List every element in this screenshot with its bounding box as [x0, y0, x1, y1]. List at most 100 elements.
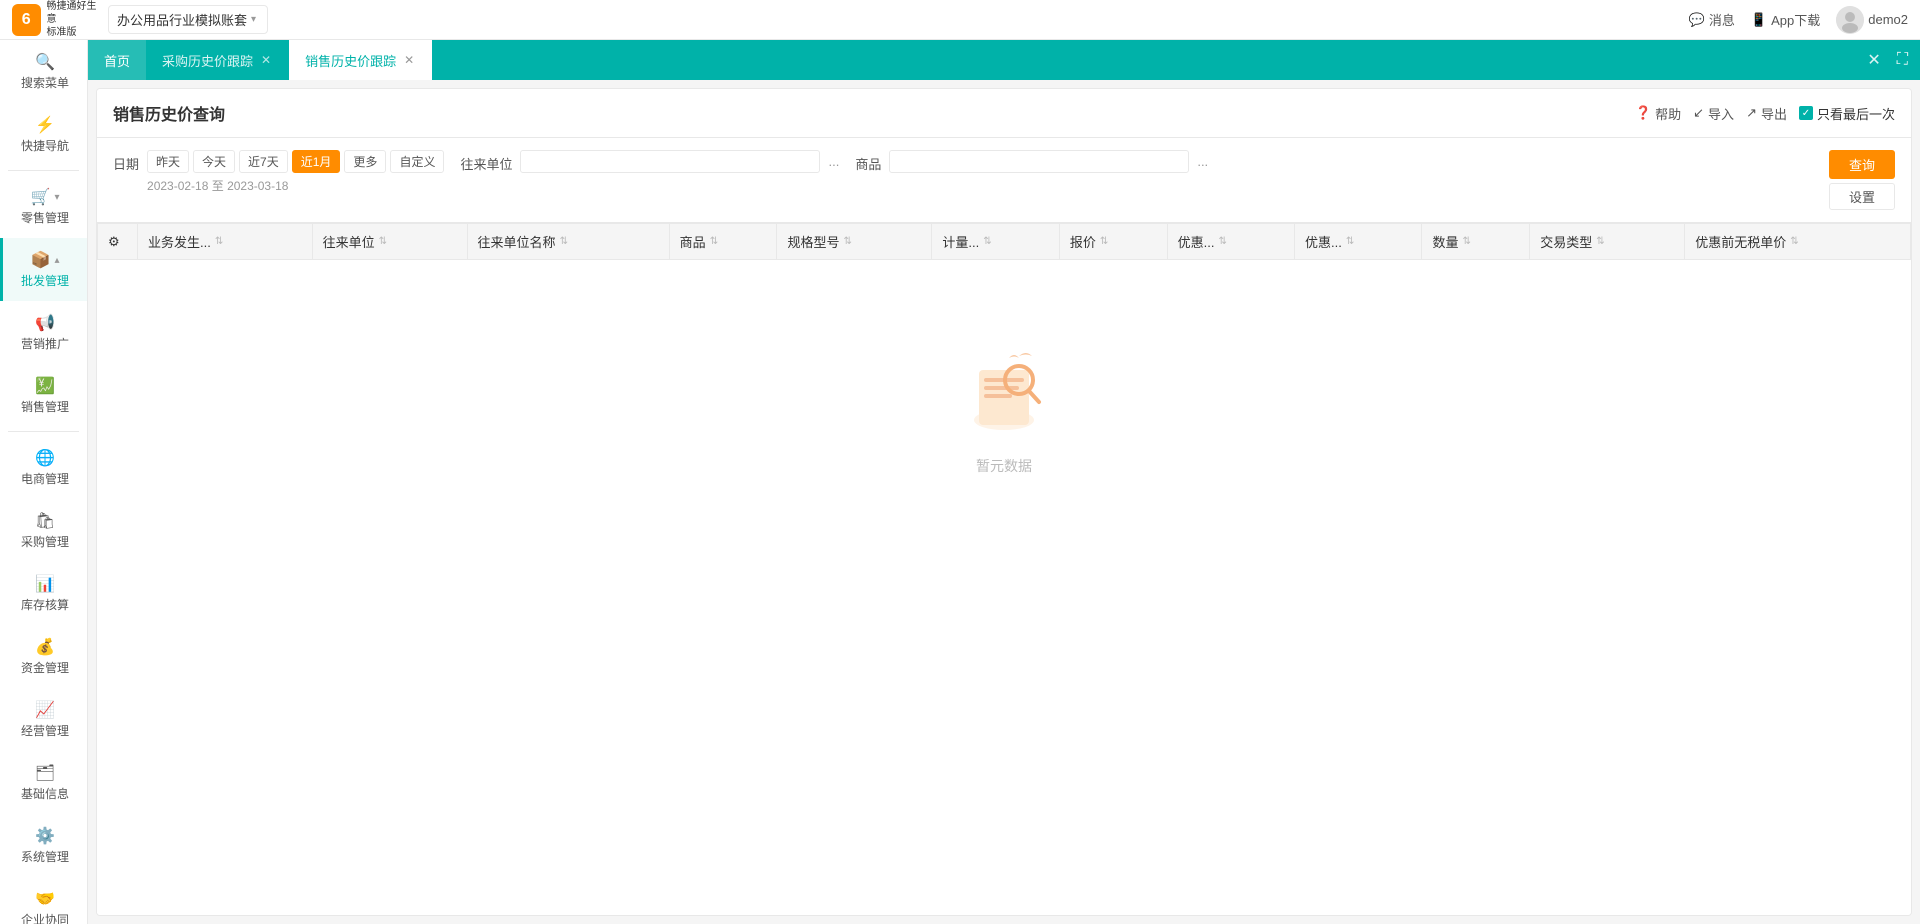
sidebar-divider-1 [8, 170, 79, 171]
product-filter-group: 商品 ... [855, 150, 1208, 173]
main-layout: 🔍 搜索菜单 ⚡ 快捷导航 🛒 ▾ 零售管理 📦 ▴ 批发管理 📢 营销推广 [0, 40, 1920, 924]
th-spec[interactable]: 规格型号 ⇅ [777, 224, 932, 260]
logo-area: 6 畅捷通好生意 标准版 [12, 0, 100, 39]
sort-biz-date-icon: ⇅ [215, 236, 223, 247]
sales-history-tab-close-icon[interactable]: ✕ [402, 52, 416, 68]
th-product[interactable]: 商品 ⇅ [669, 224, 777, 260]
date-range-text: 2023-02-18 至 2023-03-18 [147, 177, 444, 194]
sort-quote-price-icon: ⇅ [1100, 236, 1108, 247]
wholesale-arrow-icon: ▴ [54, 255, 59, 266]
product-input[interactable] [889, 150, 1189, 173]
fullscreen-icon[interactable]: ⛶ [1893, 47, 1912, 73]
table-container: ⚙ 业务发生... ⇅ 往来单位 [97, 223, 1911, 915]
quick-nav-icon: ⚡ [35, 115, 55, 135]
sidebar-item-base-info[interactable]: 🗂 基础信息 [0, 751, 87, 814]
date-btn-more[interactable]: 更多 [344, 150, 386, 173]
sidebar-item-purchase-mgmt[interactable]: 🛍 采购管理 [0, 499, 87, 562]
user-profile-button[interactable]: demo2 [1836, 6, 1908, 34]
workspace-label: 办公用品行业模拟账套 [117, 10, 247, 29]
th-discount2[interactable]: 优惠... ⇅ [1295, 224, 1422, 260]
sidebar-item-label: 企业协同 [21, 911, 69, 924]
top-right-actions: 💬 消息 📱 App下载 demo2 [1689, 6, 1908, 34]
sidebar-item-label: 销售管理 [21, 398, 69, 415]
product-input-group: ... [889, 150, 1208, 173]
page-header: 销售历史价查询 ❓ 帮助 ↙ 导入 ↗ 导出 ✓ [97, 89, 1911, 138]
purchase-history-tab-label: 采购历史价跟踪 [162, 51, 253, 70]
page-title: 销售历史价查询 [113, 101, 225, 125]
date-btn-today[interactable]: 今天 [193, 150, 235, 173]
sidebar-item-wholesale-mgmt[interactable]: 📦 ▴ 批发管理 [0, 238, 87, 301]
purchase-history-tab-close-icon[interactable]: ✕ [259, 52, 273, 68]
page-container: 销售历史价查询 ❓ 帮助 ↙ 导入 ↗ 导出 ✓ [96, 88, 1912, 916]
sidebar-item-inventory[interactable]: 📊 库存核算 [0, 562, 87, 625]
query-button[interactable]: 查询 [1829, 150, 1895, 179]
settings-button[interactable]: 设置 [1829, 183, 1895, 210]
date-btn-yesterday[interactable]: 昨天 [147, 150, 189, 173]
sidebar-item-ecom-mgmt[interactable]: 🌐 电商管理 [0, 436, 87, 499]
sidebar-item-system-mgmt[interactable]: ⚙️ 系统管理 [0, 814, 87, 877]
tab-sales-history[interactable]: 销售历史价跟踪 ✕ [289, 40, 432, 80]
tab-purchase-history[interactable]: 采购历史价跟踪 ✕ [146, 40, 289, 80]
help-button[interactable]: ❓ 帮助 [1635, 104, 1681, 123]
product-dots-icon[interactable]: ... [1197, 154, 1208, 169]
workspace-selector[interactable]: 办公用品行业模拟账套 ▾ [108, 5, 268, 34]
workspace-arrow-icon: ▾ [251, 14, 256, 25]
th-quote-price[interactable]: 报价 ⇅ [1059, 224, 1167, 260]
ops-mgmt-icon: 📈 [35, 700, 55, 720]
empty-state: 暂元数据 [98, 260, 1911, 556]
close-window-icon[interactable]: ✕ [1863, 46, 1884, 74]
import-button[interactable]: ↙ 导入 [1693, 104, 1734, 123]
base-info-icon: 🗂 [35, 763, 55, 783]
sidebar-item-enterprise-collab[interactable]: 🤝 企业协同 [0, 877, 87, 924]
sort-trade-type-icon: ⇅ [1596, 236, 1604, 247]
sales-mgmt-icon: 💹 [35, 376, 55, 396]
sidebar-item-finance-mgmt[interactable]: 💰 资金管理 [0, 625, 87, 688]
marketing-icon: 📢 [35, 313, 55, 333]
date-options: 昨天 今天 近7天 近1月 更多 自定义 2023-02-18 至 2023-0… [147, 150, 444, 194]
th-discount1[interactable]: 优惠... ⇅ [1167, 224, 1294, 260]
app-icon: 📱 [1751, 12, 1767, 28]
date-btn-custom[interactable]: 自定义 [390, 150, 444, 173]
finance-mgmt-icon: 💰 [35, 637, 55, 657]
sidebar-item-ops-mgmt[interactable]: 📈 经营管理 [0, 688, 87, 751]
sidebar-item-marketing[interactable]: 📢 营销推广 [0, 301, 87, 364]
tab-home[interactable]: 首页 [88, 40, 146, 80]
messages-button[interactable]: 💬 消息 [1689, 10, 1735, 29]
th-quantity[interactable]: 数量 ⇅ [1422, 224, 1530, 260]
only-last-checkbox[interactable]: ✓ [1799, 106, 1813, 120]
date-btn-1month[interactable]: 近1月 [292, 150, 341, 173]
th-pretax-price[interactable]: 优惠前无税单价 ⇅ [1685, 224, 1911, 260]
partner-input[interactable] [520, 150, 820, 173]
th-settings[interactable]: ⚙ [98, 224, 138, 260]
sidebar-item-label: 库存核算 [21, 596, 69, 613]
help-icon: ❓ [1635, 105, 1651, 121]
only-last-checkbox-label[interactable]: ✓ 只看最后一次 [1799, 104, 1895, 123]
empty-state-illustration [954, 340, 1054, 440]
th-trade-type[interactable]: 交易类型 ⇅ [1530, 224, 1685, 260]
logo-text: 畅捷通好生意 标准版 [47, 0, 100, 39]
table-settings-icon[interactable]: ⚙ [108, 234, 120, 249]
sales-history-tab-label: 销售历史价跟踪 [305, 51, 396, 70]
sort-pretax-price-icon: ⇅ [1790, 236, 1798, 247]
sort-partner-code-icon: ⇅ [379, 236, 387, 247]
partner-dots-icon[interactable]: ... [828, 154, 839, 169]
date-btn-7days[interactable]: 近7天 [239, 150, 288, 173]
table-header-row: ⚙ 业务发生... ⇅ 往来单位 [98, 224, 1911, 260]
sort-discount2-icon: ⇅ [1346, 236, 1354, 247]
date-buttons: 昨天 今天 近7天 近1月 更多 自定义 [147, 150, 444, 173]
th-biz-date[interactable]: 业务发生... ⇅ [138, 224, 313, 260]
sidebar-item-sales-mgmt[interactable]: 💹 销售管理 [0, 364, 87, 427]
sort-unit-icon: ⇅ [983, 236, 991, 247]
sidebar-item-search-menu[interactable]: 🔍 搜索菜单 [0, 40, 87, 103]
export-button[interactable]: ↗ 导出 [1746, 104, 1787, 123]
sidebar-item-retail-mgmt[interactable]: 🛒 ▾ 零售管理 [0, 175, 87, 238]
app-download-button[interactable]: 📱 App下载 [1751, 10, 1820, 29]
date-filter-label: 日期 [113, 150, 139, 173]
th-partner-name[interactable]: 往来单位名称 ⇅ [467, 224, 669, 260]
sidebar-item-label: 营销推广 [21, 335, 69, 352]
sidebar-item-label: 批发管理 [21, 272, 69, 289]
page-actions: ❓ 帮助 ↙ 导入 ↗ 导出 ✓ 只看最后一次 [1635, 104, 1895, 123]
th-partner-code[interactable]: 往来单位 ⇅ [312, 224, 467, 260]
sidebar-item-quick-nav[interactable]: ⚡ 快捷导航 [0, 103, 87, 166]
th-unit[interactable]: 计量... ⇅ [932, 224, 1059, 260]
